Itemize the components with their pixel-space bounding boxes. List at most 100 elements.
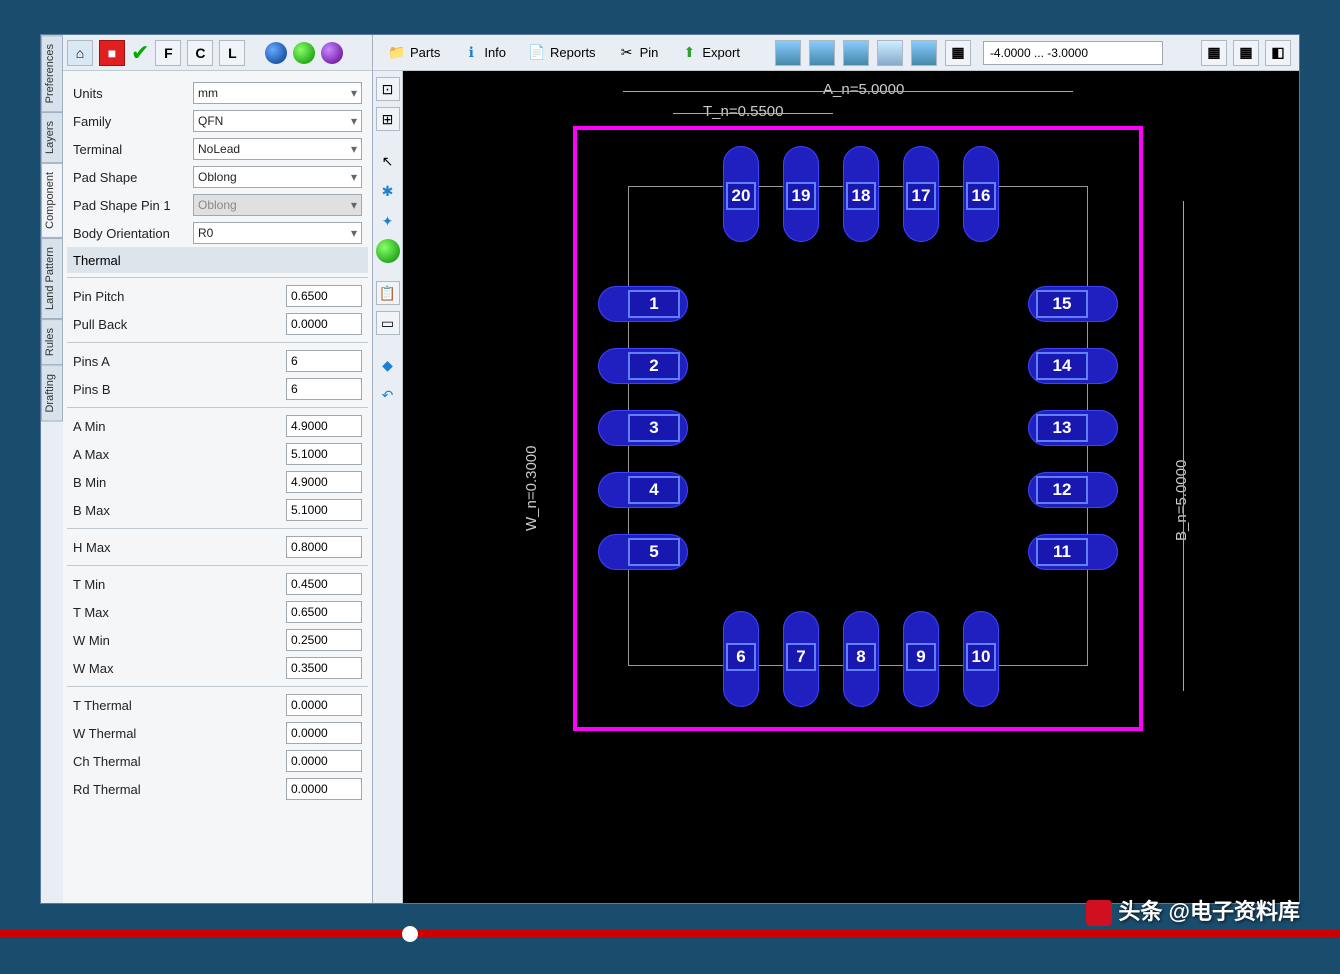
pin-pitch-input[interactable]: [286, 285, 362, 307]
pad-shape-select[interactable]: Oblong: [193, 166, 362, 188]
rd-thermal-label: Rd Thermal: [73, 782, 193, 797]
parts-button[interactable]: 📁Parts: [381, 40, 447, 66]
fit-icon[interactable]: ⊡: [376, 77, 400, 101]
grid-icon[interactable]: ⊞: [376, 107, 400, 131]
pin-button[interactable]: ✂Pin: [611, 40, 666, 66]
pad-3[interactable]: 3: [598, 410, 688, 446]
pad-12[interactable]: 12: [1028, 472, 1118, 508]
f-button[interactable]: F: [155, 40, 181, 66]
pad-10[interactable]: 10: [963, 611, 999, 707]
pull-back-input[interactable]: [286, 313, 362, 335]
diamond-icon[interactable]: ◆: [376, 353, 400, 377]
pad-label: 8: [846, 643, 876, 671]
reports-button[interactable]: 📄Reports: [521, 40, 603, 66]
check-icon[interactable]: ✔: [131, 40, 149, 66]
pad-6[interactable]: 6: [723, 611, 759, 707]
pad-2[interactable]: 2: [598, 348, 688, 384]
pointer-icon[interactable]: ↖: [376, 149, 400, 173]
t-max-input[interactable]: [286, 601, 362, 623]
pad-label: 5: [628, 538, 680, 566]
t-min-input[interactable]: [286, 573, 362, 595]
pad-17[interactable]: 17: [903, 146, 939, 242]
home-icon[interactable]: ⌂: [67, 40, 93, 66]
ball-blue-icon[interactable]: [265, 42, 287, 64]
t-thermal-label: T Thermal: [73, 698, 193, 713]
ball-green-icon[interactable]: [293, 42, 315, 64]
family-select[interactable]: QFN: [193, 110, 362, 132]
pad-13[interactable]: 13: [1028, 410, 1118, 446]
video-progress-knob[interactable]: [402, 926, 418, 942]
paste-icon[interactable]: ▭: [376, 311, 400, 335]
l-button[interactable]: L: [219, 40, 245, 66]
pad-label: 11: [1036, 538, 1088, 566]
units-select[interactable]: mm: [193, 82, 362, 104]
c-button[interactable]: C: [187, 40, 213, 66]
left-toolbar: ⌂ ■ ✔ F C L: [63, 35, 372, 71]
pad-label: 19: [786, 182, 816, 210]
view5-icon[interactable]: [911, 40, 937, 66]
body-orientation-label: Body Orientation: [73, 226, 193, 241]
pins-a-input[interactable]: [286, 350, 362, 372]
pad-14[interactable]: 14: [1028, 348, 1118, 384]
pad-15[interactable]: 15: [1028, 286, 1118, 322]
b-max-input[interactable]: [286, 499, 362, 521]
b-min-input[interactable]: [286, 471, 362, 493]
pins-b-input[interactable]: [286, 378, 362, 400]
pad-8[interactable]: 8: [843, 611, 879, 707]
wand-icon[interactable]: ✦: [376, 209, 400, 233]
pad-4[interactable]: 4: [598, 472, 688, 508]
pad-5[interactable]: 5: [598, 534, 688, 570]
right-icon-3[interactable]: ◧: [1265, 40, 1291, 66]
w-thermal-input[interactable]: [286, 722, 362, 744]
stop-icon[interactable]: ■: [99, 40, 125, 66]
view1-icon[interactable]: [775, 40, 801, 66]
view2-icon[interactable]: [809, 40, 835, 66]
rd-thermal-input[interactable]: [286, 778, 362, 800]
undo-icon[interactable]: ↶: [376, 383, 400, 407]
pad-11[interactable]: 11: [1028, 534, 1118, 570]
right-icon-2[interactable]: ▦: [1233, 40, 1259, 66]
approve-icon[interactable]: [376, 239, 400, 263]
pad-label: 15: [1036, 290, 1088, 318]
view6-icon[interactable]: ▦: [945, 40, 971, 66]
ch-thermal-input[interactable]: [286, 750, 362, 772]
a-min-input[interactable]: [286, 415, 362, 437]
terminal-label: Terminal: [73, 142, 193, 157]
pad-18[interactable]: 18: [843, 146, 879, 242]
pad-16[interactable]: 16: [963, 146, 999, 242]
pad-9[interactable]: 9: [903, 611, 939, 707]
info-button[interactable]: ℹInfo: [455, 40, 513, 66]
pad-shape-pin1-select[interactable]: Oblong: [193, 194, 362, 216]
right-icon-1[interactable]: ▦: [1201, 40, 1227, 66]
video-progress-bar[interactable]: [0, 930, 1340, 938]
export-button[interactable]: ⬆Export: [673, 40, 747, 66]
gear-icon[interactable]: ✱: [376, 179, 400, 203]
side-tab-layers[interactable]: Layers: [41, 112, 63, 163]
footprint-canvas[interactable]: A_n=5.0000 T_n=0.5500 W_n=0.3000 B_n=5.0…: [403, 71, 1299, 903]
pad-1[interactable]: 1: [598, 286, 688, 322]
a-max-input[interactable]: [286, 443, 362, 465]
pad-label: 9: [906, 643, 936, 671]
family-label: Family: [73, 114, 193, 129]
h-max-input[interactable]: [286, 536, 362, 558]
dim-b-label: B_n=5.0000: [1173, 460, 1190, 541]
t-thermal-input[interactable]: [286, 694, 362, 716]
view3-icon[interactable]: [843, 40, 869, 66]
terminal-select[interactable]: NoLead: [193, 138, 362, 160]
pad-20[interactable]: 20: [723, 146, 759, 242]
side-tab-drafting[interactable]: Drafting: [41, 365, 63, 422]
side-tab-preferences[interactable]: Preferences: [41, 35, 63, 112]
pad-7[interactable]: 7: [783, 611, 819, 707]
clipboard-icon[interactable]: 📋: [376, 281, 400, 305]
side-tab-land-pattern[interactable]: Land Pattern: [41, 238, 63, 319]
w-min-input[interactable]: [286, 629, 362, 651]
ball-purple-icon[interactable]: [321, 42, 343, 64]
w-max-input[interactable]: [286, 657, 362, 679]
pad-label: 3: [628, 414, 680, 442]
side-tab-rules[interactable]: Rules: [41, 319, 63, 365]
side-tab-component[interactable]: Component: [41, 163, 63, 238]
watermark: 头条 @电子资料库: [1086, 894, 1300, 926]
view4-icon[interactable]: [877, 40, 903, 66]
pad-19[interactable]: 19: [783, 146, 819, 242]
body-orientation-select[interactable]: R0: [193, 222, 362, 244]
